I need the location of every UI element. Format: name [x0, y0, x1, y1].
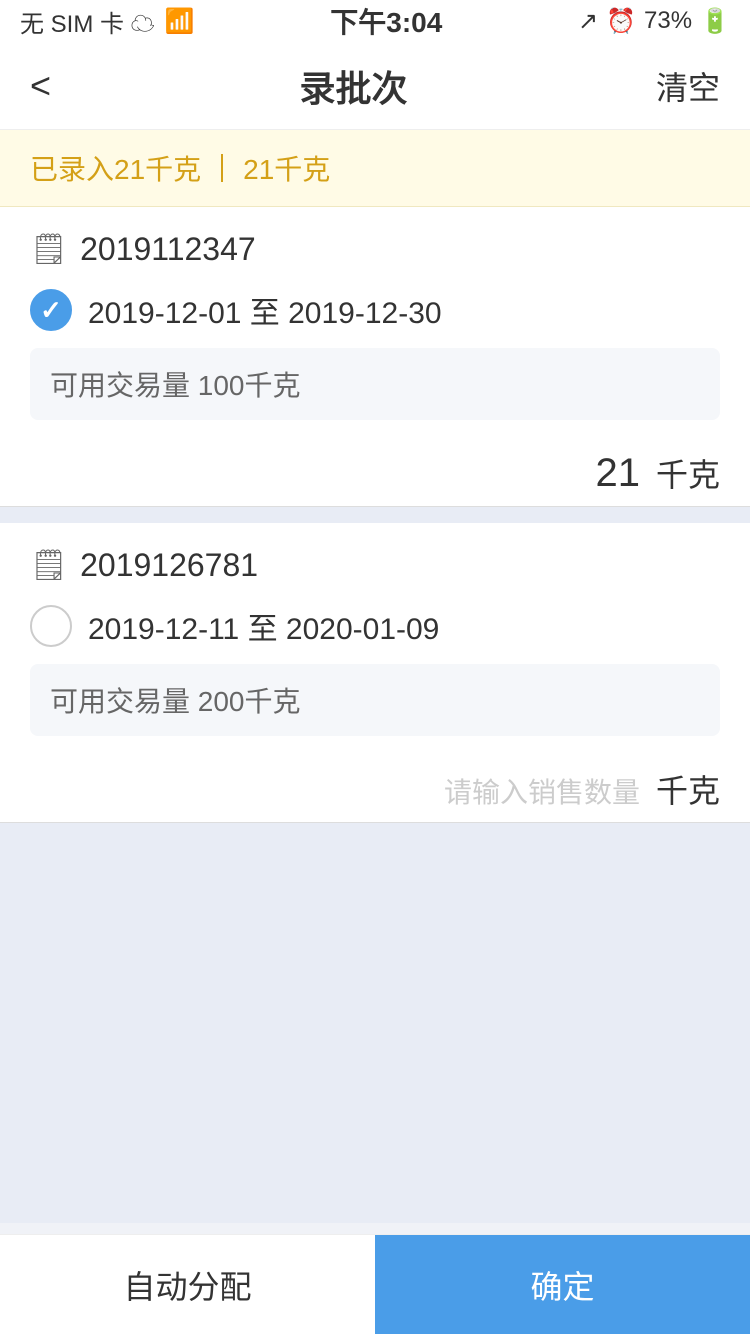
location-icon: ↗ — [578, 7, 598, 36]
radio-button-1[interactable] — [30, 289, 72, 331]
info-banner: 已录入21千克 21千克 — [0, 130, 750, 207]
batch-available-2: 可用交易量 200千克 — [30, 664, 720, 736]
batch-icon-1: 🗒 — [30, 232, 68, 267]
batch-date-2: 2019-12-11 至 2020-01-09 — [88, 604, 439, 648]
batch-header-1: 🗒 2019112347 — [0, 207, 750, 280]
batch-card-2: 🗒 2019126781 2019-12-11 至 2020-01-09 可用交… — [0, 523, 750, 823]
amount-row-1: 千克 — [0, 440, 750, 507]
main-content: 🗒 2019112347 2019-12-01 至 2019-12-30 可用交… — [0, 207, 750, 1333]
no-sim-text: 无 SIM 卡 ☁ — [20, 4, 155, 39]
auto-distribute-button[interactable]: 自动分配 — [0, 1235, 375, 1334]
batch-available-1: 可用交易量 100千克 — [30, 348, 720, 420]
section-divider — [0, 507, 750, 523]
batch-id-2: 2019126781 — [80, 547, 258, 584]
banner-divider — [221, 154, 223, 182]
status-right: ↗ ⏰ 73% 🔋 — [578, 7, 730, 36]
radio-button-2[interactable] — [30, 605, 72, 647]
batch-date-row-1[interactable]: 2019-12-01 至 2019-12-30 — [0, 280, 750, 348]
battery-icon: 🔋 — [700, 7, 730, 36]
batch-id-1: 2019112347 — [80, 231, 256, 268]
back-button[interactable]: < — [30, 65, 51, 107]
clear-button[interactable]: 清空 — [656, 63, 720, 109]
nav-bar: < 录批次 清空 — [0, 42, 750, 130]
recorded-label: 已录入21千克 — [30, 148, 201, 188]
amount-row-2: 千克 — [0, 756, 750, 823]
bottom-bar: 自动分配 确定 — [0, 1234, 750, 1334]
batch-icon-2: 🗒 — [30, 548, 68, 583]
battery-text: 73% — [644, 7, 692, 35]
amount-unit-2: 千克 — [656, 766, 720, 812]
wifi-icon: 📶 — [165, 7, 195, 36]
batch-date-1: 2019-12-01 至 2019-12-30 — [88, 288, 442, 332]
empty-area — [0, 823, 750, 1223]
amount-input-1[interactable] — [440, 451, 640, 496]
recorded-value: 21千克 — [243, 148, 330, 188]
batch-date-row-2[interactable]: 2019-12-11 至 2020-01-09 — [0, 596, 750, 664]
alarm-icon: ⏰ — [606, 7, 636, 36]
amount-input-2[interactable] — [440, 767, 640, 812]
batch-header-2: 🗒 2019126781 — [0, 523, 750, 596]
status-time: 下午3:04 — [330, 1, 442, 41]
confirm-button[interactable]: 确定 — [375, 1235, 750, 1334]
batch-card-1: 🗒 2019112347 2019-12-01 至 2019-12-30 可用交… — [0, 207, 750, 507]
status-bar: 无 SIM 卡 ☁ 📶 下午3:04 ↗ ⏰ 73% 🔋 — [0, 0, 750, 42]
page-title: 录批次 — [300, 60, 408, 112]
status-left: 无 SIM 卡 ☁ 📶 — [20, 4, 195, 39]
amount-unit-1: 千克 — [656, 450, 720, 496]
